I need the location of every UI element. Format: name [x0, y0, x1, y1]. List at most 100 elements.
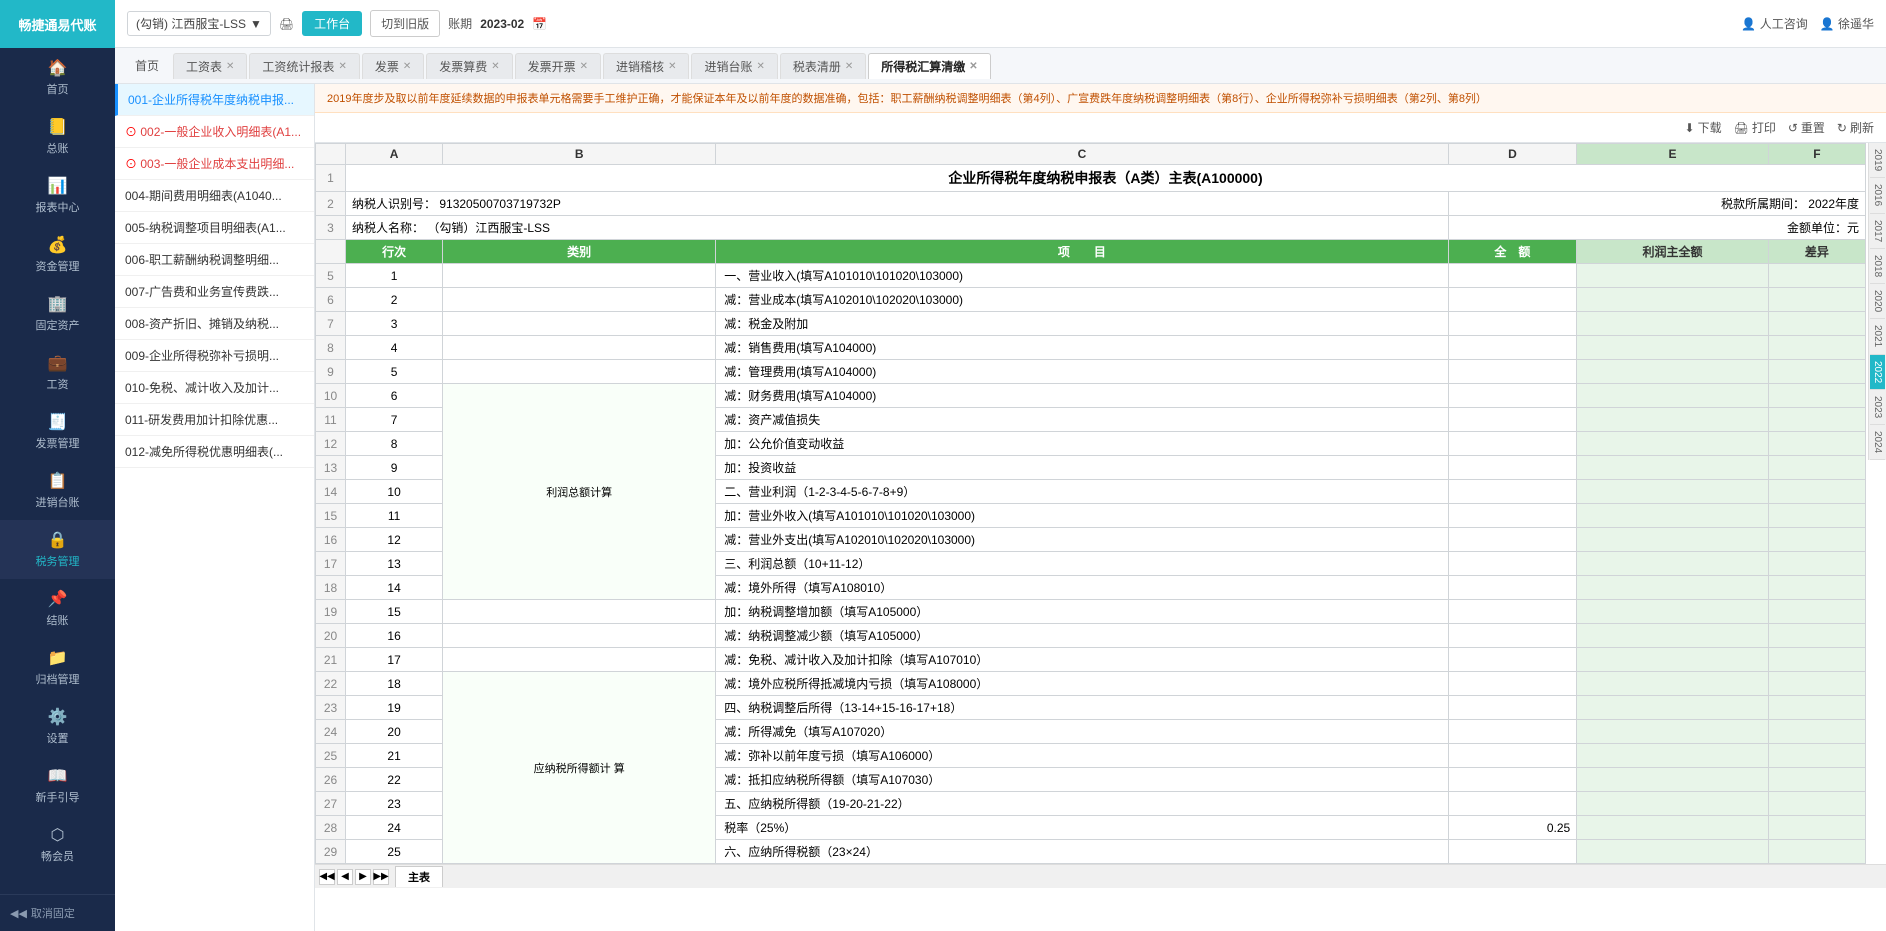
profit-amount-22[interactable] [1577, 768, 1769, 792]
diff-8[interactable] [1768, 432, 1865, 456]
tab-sales-ledger[interactable]: 进销台账✕ [691, 53, 777, 79]
print-icon[interactable]: 🖨 [279, 17, 294, 31]
sidebar-item-member[interactable]: ⬡畅会员 [0, 815, 115, 874]
switch-old-button[interactable]: 切到旧版 [370, 10, 440, 37]
diff-24[interactable] [1768, 816, 1865, 840]
amount-19[interactable] [1448, 696, 1577, 720]
year-nav-2020[interactable]: 2020 [1870, 284, 1885, 319]
amount-8[interactable] [1448, 432, 1577, 456]
diff-22[interactable] [1768, 768, 1865, 792]
diff-19[interactable] [1768, 696, 1865, 720]
year-nav-2019[interactable]: 2019 [1870, 143, 1885, 178]
amount-12[interactable] [1448, 528, 1577, 552]
profit-amount-2[interactable] [1577, 288, 1769, 312]
amount-5[interactable] [1448, 360, 1577, 384]
amount-10[interactable] [1448, 480, 1577, 504]
profit-amount-25[interactable] [1577, 840, 1769, 864]
left-panel-item-003[interactable]: ⊙ 003-一般企业成本支出明细... [115, 148, 314, 180]
sidebar-item-archive[interactable]: 📁归档管理 [0, 638, 115, 697]
diff-21[interactable] [1768, 744, 1865, 768]
diff-18[interactable] [1768, 672, 1865, 696]
year-nav-2017[interactable]: 2017 [1870, 214, 1885, 249]
profit-amount-12[interactable] [1577, 528, 1769, 552]
amount-3[interactable] [1448, 312, 1577, 336]
amount-21[interactable] [1448, 744, 1577, 768]
company-selector[interactable]: (勾销) 江西服宝-LSS ▼ [127, 11, 271, 36]
tab-sales-check[interactable]: 进销稽核✕ [603, 53, 689, 79]
profit-amount-18[interactable] [1577, 672, 1769, 696]
tab-close-tax-clear[interactable]: ✕ [845, 61, 853, 72]
tab-close-invoice[interactable]: ✕ [403, 61, 411, 72]
tab-invoice-calc[interactable]: 发票算费✕ [426, 53, 512, 79]
sheet-nav-first[interactable]: ◀◀ [319, 869, 335, 885]
sidebar-item-reports[interactable]: 📊报表中心 [0, 166, 115, 225]
sidebar-item-closing[interactable]: 📌结账 [0, 579, 115, 638]
profit-amount-8[interactable] [1577, 432, 1769, 456]
ai-consult[interactable]: 👤 人工咨询 [1741, 15, 1807, 32]
diff-2[interactable] [1768, 288, 1865, 312]
diff-3[interactable] [1768, 312, 1865, 336]
diff-10[interactable] [1768, 480, 1865, 504]
profit-amount-13[interactable] [1577, 552, 1769, 576]
sheet-nav-next[interactable]: ▶ [355, 869, 371, 885]
profit-amount-11[interactable] [1577, 504, 1769, 528]
tab-income-tax[interactable]: 所得税汇算清缴✕ [868, 53, 990, 79]
amount-15[interactable] [1448, 600, 1577, 624]
diff-25[interactable] [1768, 840, 1865, 864]
amount-16[interactable] [1448, 624, 1577, 648]
calendar-icon[interactable]: 📅 [532, 17, 547, 31]
diff-14[interactable] [1768, 576, 1865, 600]
diff-11[interactable] [1768, 504, 1865, 528]
tab-close-sales-check[interactable]: ✕ [668, 61, 676, 72]
diff-7[interactable] [1768, 408, 1865, 432]
left-panel-item-004[interactable]: 004-期间费用明细表(A1040... [115, 180, 314, 212]
tab-close-payroll[interactable]: ✕ [226, 61, 234, 72]
profit-amount-23[interactable] [1577, 792, 1769, 816]
tab-payroll-stats[interactable]: 工资统计报表✕ [249, 53, 359, 79]
year-nav-2023[interactable]: 2023 [1870, 390, 1885, 425]
diff-5[interactable] [1768, 360, 1865, 384]
diff-6[interactable] [1768, 384, 1865, 408]
profit-amount-14[interactable] [1577, 576, 1769, 600]
tab-close-income-tax[interactable]: ✕ [969, 61, 977, 72]
diff-20[interactable] [1768, 720, 1865, 744]
left-panel-item-010[interactable]: 010-免税、减计收入及加计... [115, 372, 314, 404]
sidebar-item-guide[interactable]: 📖新手引导 [0, 756, 115, 815]
profit-amount-15[interactable] [1577, 600, 1769, 624]
sidebar-item-tax[interactable]: 🔒税务管理 [0, 520, 115, 579]
diff-15[interactable] [1768, 600, 1865, 624]
diff-16[interactable] [1768, 624, 1865, 648]
print-button[interactable]: 🖨 打印 [1734, 119, 1776, 136]
sidebar-item-payroll[interactable]: 💼工资 [0, 343, 115, 402]
left-panel-item-011[interactable]: 011-研发费用加计扣除优惠... [115, 404, 314, 436]
sidebar-item-home[interactable]: 🏠首页 [0, 48, 115, 107]
amount-23[interactable] [1448, 792, 1577, 816]
amount-6[interactable] [1448, 384, 1577, 408]
left-panel-item-005[interactable]: 005-纳税调整项目明细表(A1... [115, 212, 314, 244]
profit-amount-1[interactable] [1577, 264, 1769, 288]
year-nav-2016[interactable]: 2016 [1870, 178, 1885, 213]
amount-22[interactable] [1448, 768, 1577, 792]
amount-4[interactable] [1448, 336, 1577, 360]
sheet-nav-prev[interactable]: ◀ [337, 869, 353, 885]
diff-9[interactable] [1768, 456, 1865, 480]
profit-amount-6[interactable] [1577, 384, 1769, 408]
sidebar-item-assets[interactable]: 🏢固定资产 [0, 284, 115, 343]
year-nav-2018[interactable]: 2018 [1870, 249, 1885, 284]
left-panel-item-009[interactable]: 009-企业所得税弥补亏损明... [115, 340, 314, 372]
profit-amount-9[interactable] [1577, 456, 1769, 480]
diff-4[interactable] [1768, 336, 1865, 360]
sheet-nav-last[interactable]: ▶▶ [373, 869, 389, 885]
tab-payroll[interactable]: 工资表✕ [173, 53, 247, 79]
diff-17[interactable] [1768, 648, 1865, 672]
tab-invoice[interactable]: 发票✕ [362, 53, 424, 79]
left-panel-item-001[interactable]: 001-企业所得税年度纳税申报... [115, 84, 314, 116]
profit-amount-10[interactable] [1577, 480, 1769, 504]
sidebar-item-sales[interactable]: 📋进销台账 [0, 461, 115, 520]
refresh-button[interactable]: ↻ 刷新 [1837, 119, 1874, 136]
sidebar-item-ledger[interactable]: 📒总账 [0, 107, 115, 166]
amount-13[interactable] [1448, 552, 1577, 576]
amount-1[interactable] [1448, 264, 1577, 288]
diff-13[interactable] [1768, 552, 1865, 576]
profit-amount-3[interactable] [1577, 312, 1769, 336]
